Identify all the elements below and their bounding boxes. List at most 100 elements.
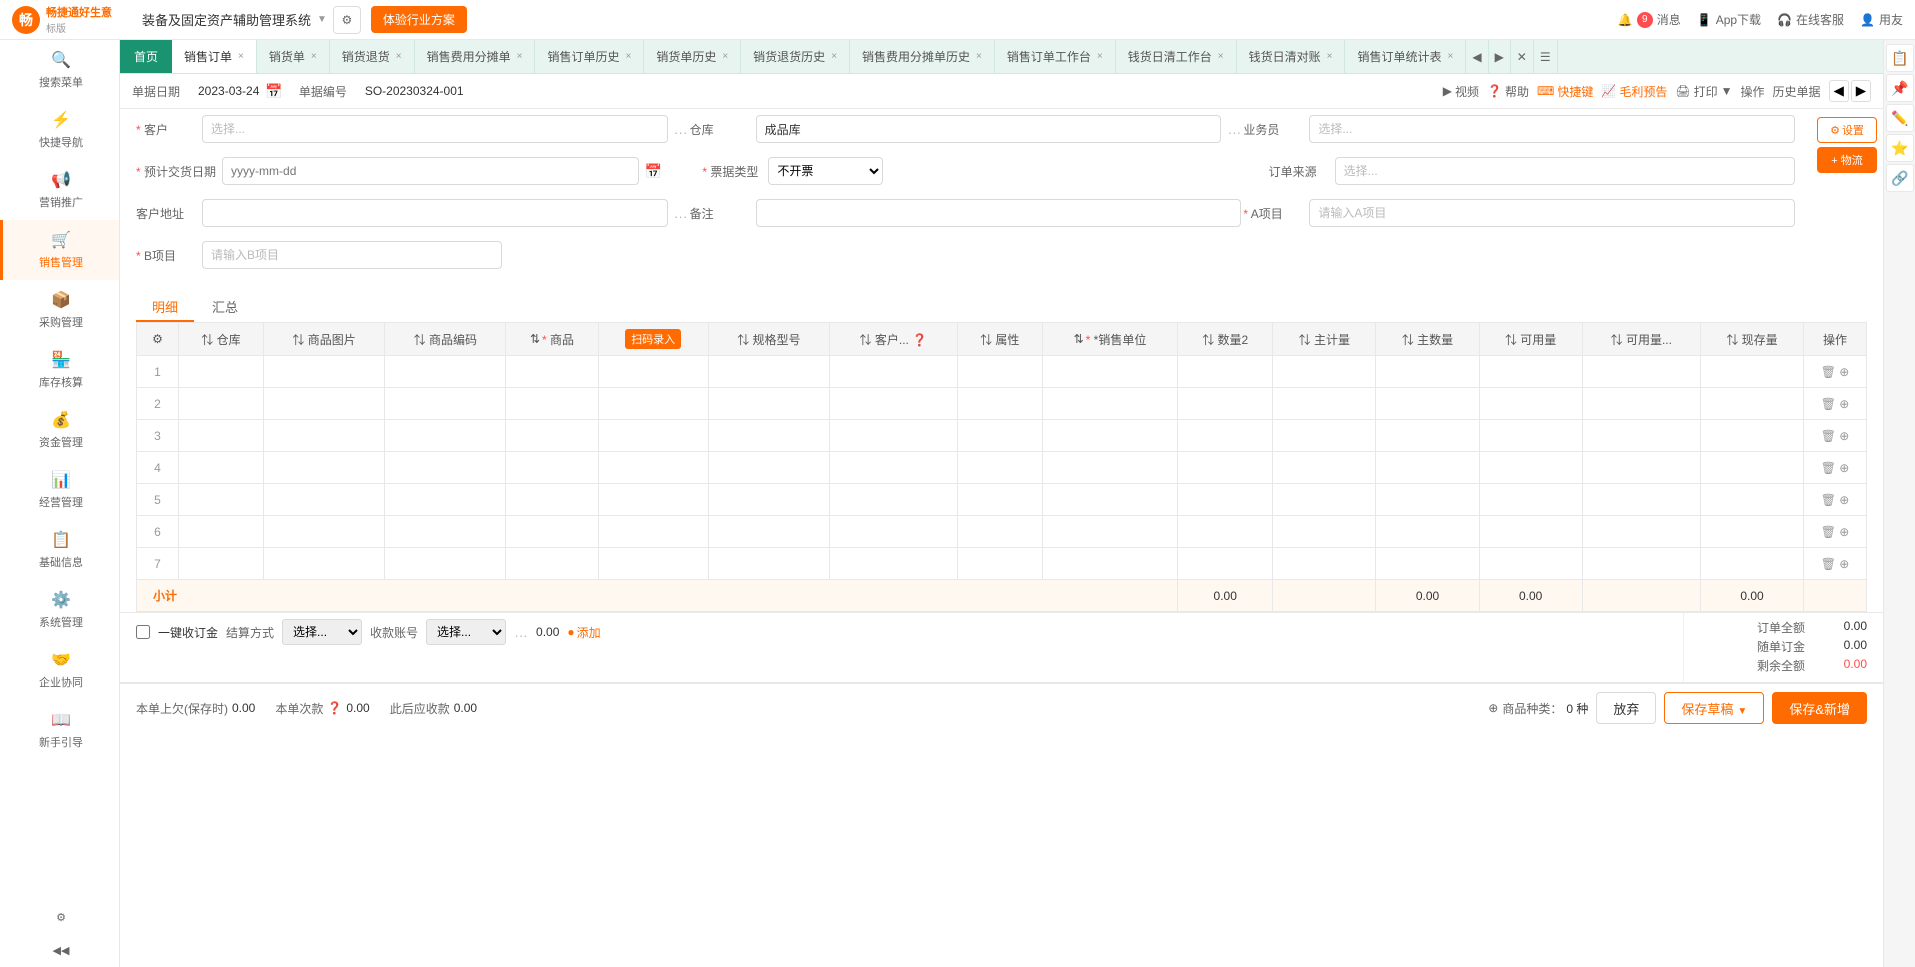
notice-button[interactable]: 🔔 9 消息 xyxy=(1618,11,1681,28)
pay-method-select[interactable]: 选择... xyxy=(282,619,362,645)
th-main-unit[interactable]: ⇅ 主计量 xyxy=(1273,323,1376,356)
sidebar-item-sales[interactable]: 🛒 销售管理 xyxy=(0,220,119,280)
operate-btn[interactable]: 操作 xyxy=(1740,83,1764,100)
row-2-qty2[interactable] xyxy=(1178,388,1273,420)
warehouse-input[interactable] xyxy=(756,115,1222,143)
customer-input[interactable] xyxy=(202,115,668,143)
tab-close-icon[interactable]: × xyxy=(396,51,402,62)
tab-close-icon[interactable]: × xyxy=(517,51,523,62)
tab-sales-invoice-history[interactable]: 销货单历史 × xyxy=(644,40,741,74)
th-spec-type[interactable]: ⇅ 规格型号 xyxy=(708,323,829,356)
row-1-product-img[interactable] xyxy=(263,356,384,388)
tab-daily-workbench[interactable]: 钱货日清工作台 × xyxy=(1116,40,1237,74)
th-warehouse[interactable]: ⇅ 仓库 xyxy=(178,323,263,356)
tab-close-icon[interactable]: × xyxy=(1218,51,1224,62)
row-1-spec-type[interactable] xyxy=(708,356,829,388)
th-product-img[interactable]: ⇅ 商品图片 xyxy=(263,323,384,356)
th-main-qty[interactable]: ⇅ 主数量 xyxy=(1376,323,1479,356)
row-2-attrs[interactable] xyxy=(957,388,1042,420)
delivery-date-input[interactable] xyxy=(222,157,639,185)
th-sales-unit[interactable]: ⇅ *销售单位 xyxy=(1042,323,1177,356)
delivery-cal-icon[interactable]: 📅 xyxy=(645,163,662,180)
tab-sales-return-history[interactable]: 销货退货历史 × xyxy=(741,40,850,74)
delete-icon[interactable]: 🗑 xyxy=(1821,493,1836,507)
row-1-sales-unit[interactable] xyxy=(1042,356,1177,388)
th-settings[interactable]: ⚙ xyxy=(137,323,179,356)
scan-button[interactable]: 扫码录入 xyxy=(625,329,681,349)
tab-nav-close-all[interactable]: ✕ xyxy=(1511,40,1534,74)
th-product-code[interactable]: ⇅ 商品编码 xyxy=(385,323,506,356)
rp-pin-btn[interactable]: 📌 xyxy=(1886,74,1914,102)
row-2-warehouse[interactable] xyxy=(178,388,263,420)
tab-sales-order[interactable]: 销售订单 × xyxy=(172,40,257,74)
address-input[interactable] xyxy=(202,199,668,227)
delete-icon[interactable]: 🗑 xyxy=(1821,397,1836,411)
staff-input[interactable] xyxy=(1309,115,1795,143)
row-1-warehouse[interactable] xyxy=(178,356,263,388)
tab-sales-stats[interactable]: 销售订单统计表 × xyxy=(1345,40,1466,74)
delete-icon[interactable]: 🗑 xyxy=(1821,461,1836,475)
copy-icon[interactable]: ⊕ xyxy=(1839,557,1849,571)
tab-sales-invoice[interactable]: 销货单 × xyxy=(257,40,330,74)
save-new-button[interactable]: 保存&新增 xyxy=(1772,692,1867,724)
sidebar-item-system[interactable]: ⚙️ 系统管理 xyxy=(0,580,119,640)
b-project-input[interactable] xyxy=(202,241,502,269)
sidebar-item-operations[interactable]: 📊 经营管理 xyxy=(0,460,119,520)
sidebar-item-purchase[interactable]: 📦 采购管理 xyxy=(0,280,119,340)
copy-icon[interactable]: ⊕ xyxy=(1839,365,1849,379)
settings-right-btn[interactable]: ⚙ 设置 xyxy=(1817,117,1877,143)
tab-sales-order-history[interactable]: 销售订单历史 × xyxy=(535,40,644,74)
profit-btn[interactable]: 📈 毛利预告 xyxy=(1601,83,1667,100)
tab-sales-expense[interactable]: 销售费用分摊单 × xyxy=(415,40,536,74)
row-1-available[interactable] xyxy=(1479,356,1582,388)
row-1-attrs[interactable] xyxy=(957,356,1042,388)
table-scroll[interactable]: ⚙ ⇅ 仓库 ⇅ 商品图片 ⇅ 商品编码 ⇅ 商品 扫码录入 ⇅ 规格型号 ⇅ … xyxy=(136,322,1867,612)
tab-close-icon[interactable]: × xyxy=(625,51,631,62)
calendar-icon[interactable]: 📅 xyxy=(265,83,282,100)
rp-star-btn[interactable]: ⭐ xyxy=(1886,134,1914,162)
delete-icon[interactable]: 🗑 xyxy=(1821,429,1836,443)
delete-icon[interactable]: 🗑 xyxy=(1821,557,1836,571)
th-qty2[interactable]: ⇅ 数量2 xyxy=(1178,323,1273,356)
copy-icon[interactable]: ⊕ xyxy=(1839,493,1849,507)
row-1-qty2[interactable] xyxy=(1178,356,1273,388)
customer-more-icon[interactable]: … xyxy=(674,121,688,137)
tab-close-icon[interactable]: × xyxy=(238,51,244,62)
row-2-available[interactable] xyxy=(1479,388,1582,420)
th-available[interactable]: ⇅ 可用量 xyxy=(1479,323,1582,356)
settings-button[interactable]: ⚙ xyxy=(333,6,361,34)
tab-close-icon[interactable]: × xyxy=(1097,51,1103,62)
account-more-icon[interactable]: … xyxy=(514,624,528,640)
rp-clipboard-btn[interactable]: 📋 xyxy=(1886,44,1914,72)
view-btn[interactable]: ▶ 视频 xyxy=(1443,83,1479,100)
th-available-more[interactable]: ⇅ 可用量... xyxy=(1582,323,1700,356)
tab-close-icon[interactable]: × xyxy=(311,51,317,62)
a-project-input[interactable] xyxy=(1309,199,1795,227)
delete-icon[interactable]: 🗑 xyxy=(1821,525,1836,539)
copy-icon[interactable]: ⊕ xyxy=(1839,461,1849,475)
delete-icon[interactable]: 🗑 xyxy=(1821,365,1836,379)
app-download-button[interactable]: 📱 App下载 xyxy=(1697,11,1761,28)
sidebar-item-finance[interactable]: 💰 资金管理 xyxy=(0,400,119,460)
row-1-stock[interactable] xyxy=(1700,356,1803,388)
row-1-available-more[interactable] xyxy=(1582,356,1700,388)
th-customer-attr[interactable]: ⇅ 客户... ❓ xyxy=(830,323,958,356)
row-2-product-code[interactable] xyxy=(385,388,506,420)
sidebar-item-quicknav[interactable]: ⚡ 快捷导航 xyxy=(0,100,119,160)
th-scan[interactable]: 扫码录入 xyxy=(598,323,708,356)
user-menu-button[interactable]: 👤 用友 xyxy=(1860,11,1903,28)
remark-input[interactable] xyxy=(756,199,1242,227)
tab-close-icon[interactable]: × xyxy=(1327,51,1333,62)
tab-nav-menu[interactable]: ☰ xyxy=(1534,40,1558,74)
row-2-customer-attr[interactable] xyxy=(830,388,958,420)
sidebar-item-marketing[interactable]: 📢 营销推广 xyxy=(0,160,119,220)
abandon-button[interactable]: 放弃 xyxy=(1596,692,1656,724)
tab-nav-prev[interactable]: ◀ xyxy=(1466,40,1488,74)
row-2-stock[interactable] xyxy=(1700,388,1803,420)
detail-tab-detail[interactable]: 明细 xyxy=(136,293,194,322)
address-more-icon[interactable]: … xyxy=(674,205,688,221)
sidebar-collapse-button[interactable]: ◀◀ xyxy=(0,934,119,967)
copy-icon[interactable]: ⊕ xyxy=(1839,525,1849,539)
row-2-spec-type[interactable] xyxy=(708,388,829,420)
tab-close-icon[interactable]: × xyxy=(976,51,982,62)
